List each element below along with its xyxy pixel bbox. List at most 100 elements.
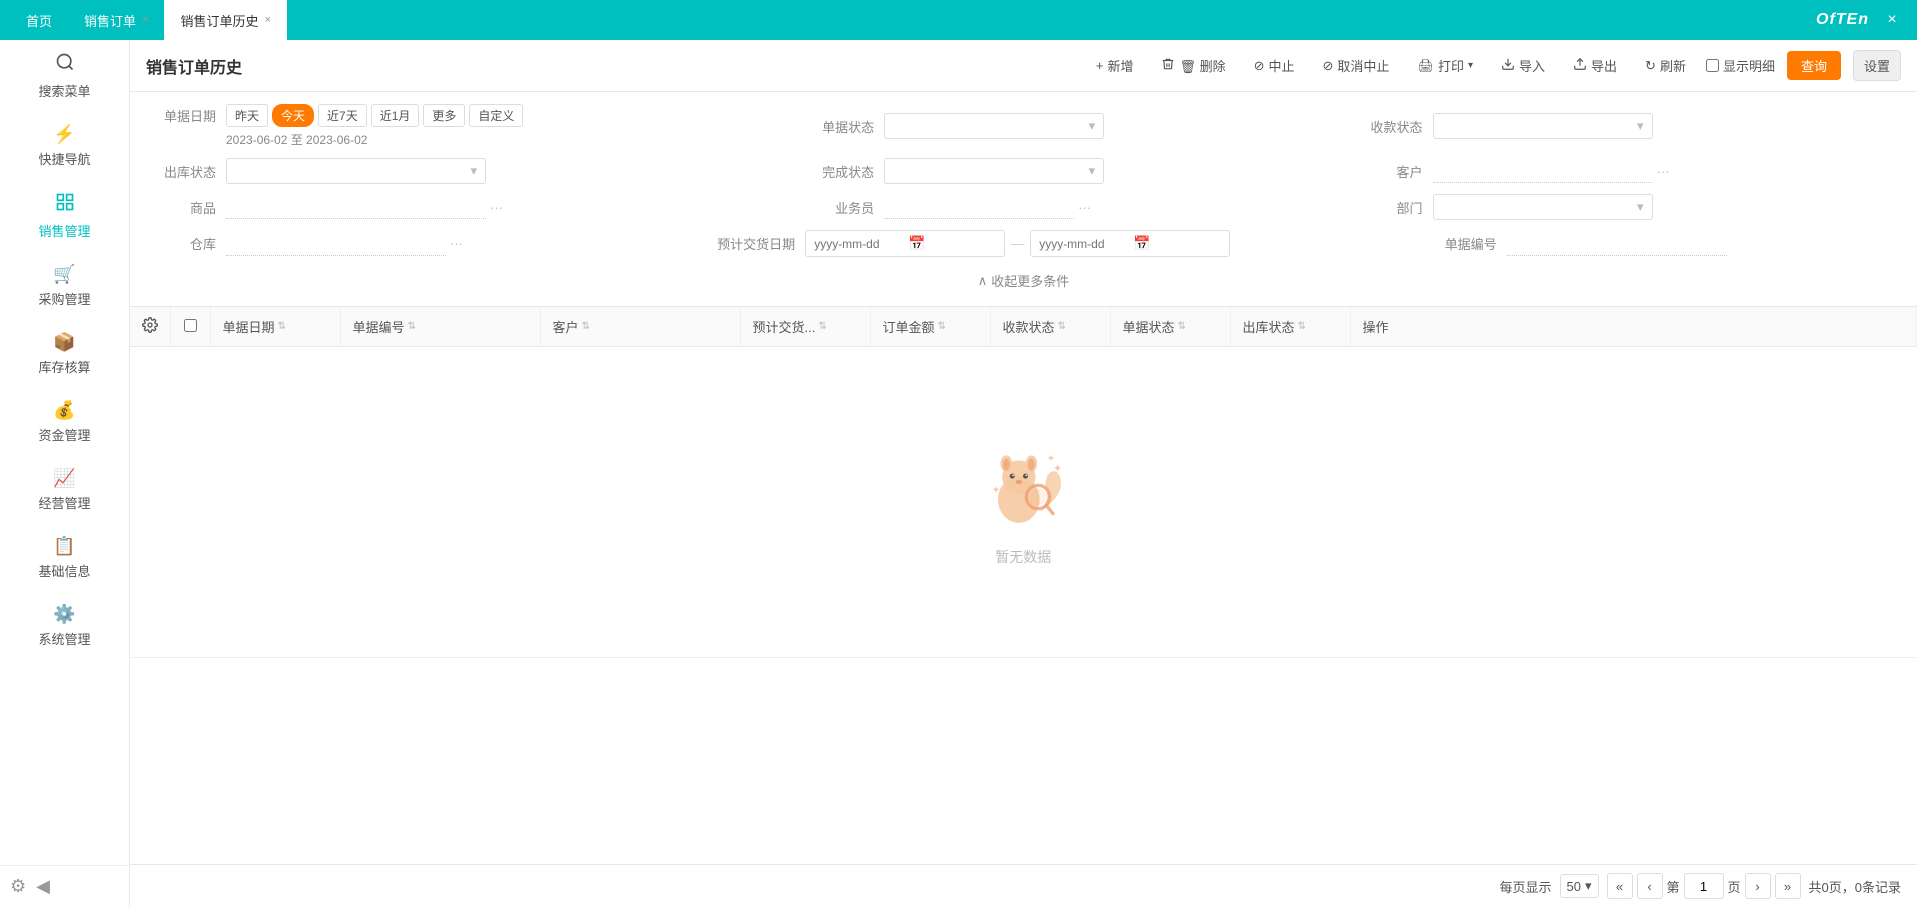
- department-select[interactable]: ▾: [1433, 194, 1653, 220]
- sidebar-item-capital-mgmt[interactable]: 💰 资金管理: [0, 388, 129, 456]
- query-button[interactable]: 查询: [1787, 51, 1841, 80]
- date-btn-custom[interactable]: 自定义: [469, 104, 523, 127]
- date-btn-7days[interactable]: 近7天: [318, 104, 367, 127]
- quick-nav-icon: ⚡: [53, 124, 75, 145]
- warehouse-more-icon[interactable]: ···: [450, 236, 463, 251]
- sidebar-item-quick-nav[interactable]: ⚡ 快捷导航: [0, 112, 129, 180]
- calendar-to-icon[interactable]: 📅: [1133, 235, 1150, 252]
- prev-page-button[interactable]: ‹: [1637, 873, 1663, 899]
- page-word: 页: [1728, 877, 1741, 896]
- customer-input[interactable]: [1433, 159, 1653, 183]
- th-order-amount[interactable]: 订单金额 ⇅: [870, 307, 990, 347]
- complete-status-select[interactable]: ▾: [884, 158, 1104, 184]
- th-customer[interactable]: 客户 ⇅: [540, 307, 740, 347]
- sidebar-item-quick-nav-label: 快捷导航: [38, 149, 90, 168]
- order-status-arrow-icon: ▾: [1089, 118, 1096, 134]
- date-to-input[interactable]: [1039, 237, 1129, 251]
- date-from-input[interactable]: [814, 237, 904, 251]
- page-size-select[interactable]: 50 ▾: [1560, 874, 1599, 898]
- tab-sales-order-history[interactable]: 销售订单历史 ×: [164, 0, 286, 40]
- th-checkbox[interactable]: [170, 307, 210, 347]
- close-sales-order-tab[interactable]: ×: [142, 14, 148, 26]
- settings-button[interactable]: 设置: [1853, 50, 1901, 81]
- refresh-button[interactable]: ↻ 刷新: [1637, 52, 1694, 79]
- customer-more-icon[interactable]: ···: [1657, 164, 1670, 179]
- th-date-label: 单据日期: [223, 317, 275, 336]
- last-page-button[interactable]: »: [1775, 873, 1801, 899]
- th-number[interactable]: 单据编号 ⇅: [340, 307, 540, 347]
- sidebar-item-stock-mgmt[interactable]: 📦 库存核算: [0, 320, 129, 388]
- th-delivery-status[interactable]: 出库状态 ⇅: [1230, 307, 1350, 347]
- expected-delivery-to[interactable]: 📅: [1030, 230, 1230, 257]
- warehouse-input[interactable]: [226, 232, 446, 256]
- export-button[interactable]: 导出: [1565, 52, 1625, 79]
- th-payment-status-label: 收款状态: [1003, 317, 1055, 336]
- th-expected-delivery[interactable]: 预计交货... ⇅: [740, 307, 870, 347]
- sidebar-item-sales-mgmt[interactable]: 销售管理: [0, 180, 129, 252]
- close-history-tab[interactable]: ×: [264, 14, 270, 26]
- th-customer-sort-icon: ⇅: [582, 321, 590, 332]
- th-settings[interactable]: [130, 307, 170, 347]
- collapse-label: 收起更多条件: [991, 271, 1069, 290]
- sidebar: 搜索菜单 ⚡ 快捷导航 销售管理 🛒 采购管理 📦 库存核算 💰 资金管理 📈 …: [0, 40, 130, 907]
- order-number-input[interactable]: [1507, 232, 1727, 256]
- sidebar-item-basic-info[interactable]: 📋 基础信息: [0, 524, 129, 592]
- settings-gear-icon[interactable]: [142, 321, 158, 336]
- salesperson-more-icon[interactable]: ···: [1078, 200, 1091, 215]
- product-filter: 商品 ···: [146, 195, 804, 219]
- empty-state-cell: ✦ ✦ ✦ 暂无数据: [130, 347, 1917, 658]
- complete-status-filter: 完成状态 ▾: [804, 158, 1352, 184]
- tab-home[interactable]: 首页: [10, 11, 68, 30]
- display-detail-checkbox[interactable]: [1706, 59, 1719, 72]
- import-button[interactable]: 导入: [1493, 52, 1553, 79]
- collapse-filter-bar[interactable]: ∧ 收起更多条件: [146, 267, 1901, 294]
- salesperson-input[interactable]: [884, 195, 1074, 219]
- next-page-button[interactable]: ›: [1745, 873, 1771, 899]
- th-expected-delivery-sort-icon: ⇅: [818, 321, 826, 332]
- order-number-filter: 单据编号: [1427, 232, 1901, 256]
- date-btn-today[interactable]: 今天: [272, 104, 314, 127]
- th-date[interactable]: 单据日期 ⇅: [210, 307, 340, 347]
- new-button[interactable]: + 新增: [1088, 52, 1142, 79]
- ops-mgmt-icon: 📈: [53, 468, 75, 489]
- first-page-button[interactable]: «: [1607, 873, 1633, 899]
- order-status-select[interactable]: ▾: [884, 113, 1104, 139]
- expected-delivery-from[interactable]: 📅: [805, 230, 1005, 257]
- table-header-row: 单据日期 ⇅ 单据编号 ⇅ 客户: [130, 307, 1917, 347]
- delivery-status-select[interactable]: ▾: [226, 158, 486, 184]
- warehouse-filter: 仓库 ···: [146, 232, 715, 256]
- import-label: 导入: [1519, 56, 1545, 75]
- product-more-icon[interactable]: ···: [490, 200, 503, 215]
- date-btn-yesterday[interactable]: 昨天: [226, 104, 268, 127]
- sidebar-item-sys-mgmt[interactable]: ⚙️ 系统管理: [0, 592, 129, 660]
- th-payment-status[interactable]: 收款状态 ⇅: [990, 307, 1110, 347]
- department-filter: 部门 ▾: [1353, 194, 1901, 220]
- collapse-sidebar-icon[interactable]: ◀: [36, 876, 50, 897]
- calendar-from-icon[interactable]: 📅: [908, 235, 925, 252]
- window-close-button[interactable]: ×: [1877, 5, 1907, 35]
- print-button[interactable]: 🖨 打印 ▾: [1409, 52, 1481, 79]
- sidebar-item-ops-mgmt[interactable]: 📈 经营管理: [0, 456, 129, 524]
- th-order-status[interactable]: 单据状态 ⇅: [1110, 307, 1230, 347]
- payment-status-select[interactable]: ▾: [1433, 113, 1653, 139]
- sidebar-item-search-menu[interactable]: 搜索菜单: [0, 40, 129, 112]
- stop-button[interactable]: ⊘ 中止: [1246, 52, 1303, 79]
- select-all-checkbox[interactable]: [184, 319, 197, 332]
- filter-row-4: 仓库 ··· 预计交货日期 📅 — 📅: [146, 230, 1901, 257]
- page-number-input[interactable]: [1684, 873, 1724, 899]
- complete-status-label: 完成状态: [804, 162, 884, 181]
- content-area: 销售订单历史 + 新增 🗑 删除 ⊘ 中止 ⊘: [130, 40, 1917, 907]
- settings-icon[interactable]: ⚙: [10, 876, 26, 897]
- product-input[interactable]: [226, 195, 486, 219]
- display-detail-toggle[interactable]: 显示明细: [1706, 56, 1775, 75]
- cancel-stop-button[interactable]: ⊘ 取消中止: [1315, 52, 1398, 79]
- sidebar-item-purchase-mgmt[interactable]: 🛒 采购管理: [0, 252, 129, 320]
- tab-sales-order[interactable]: 销售订单 ×: [68, 0, 164, 40]
- delete-button[interactable]: 🗑 删除: [1153, 52, 1233, 79]
- date-btn-1month[interactable]: 近1月: [371, 104, 420, 127]
- cancel-stop-icon: ⊘: [1323, 58, 1334, 74]
- sidebar-item-sys-mgmt-label: 系统管理: [38, 629, 90, 648]
- date-btn-more[interactable]: 更多: [423, 104, 465, 127]
- empty-illustration: ✦ ✦ ✦: [973, 437, 1073, 537]
- page-size-label: 每页显示: [1499, 877, 1551, 896]
